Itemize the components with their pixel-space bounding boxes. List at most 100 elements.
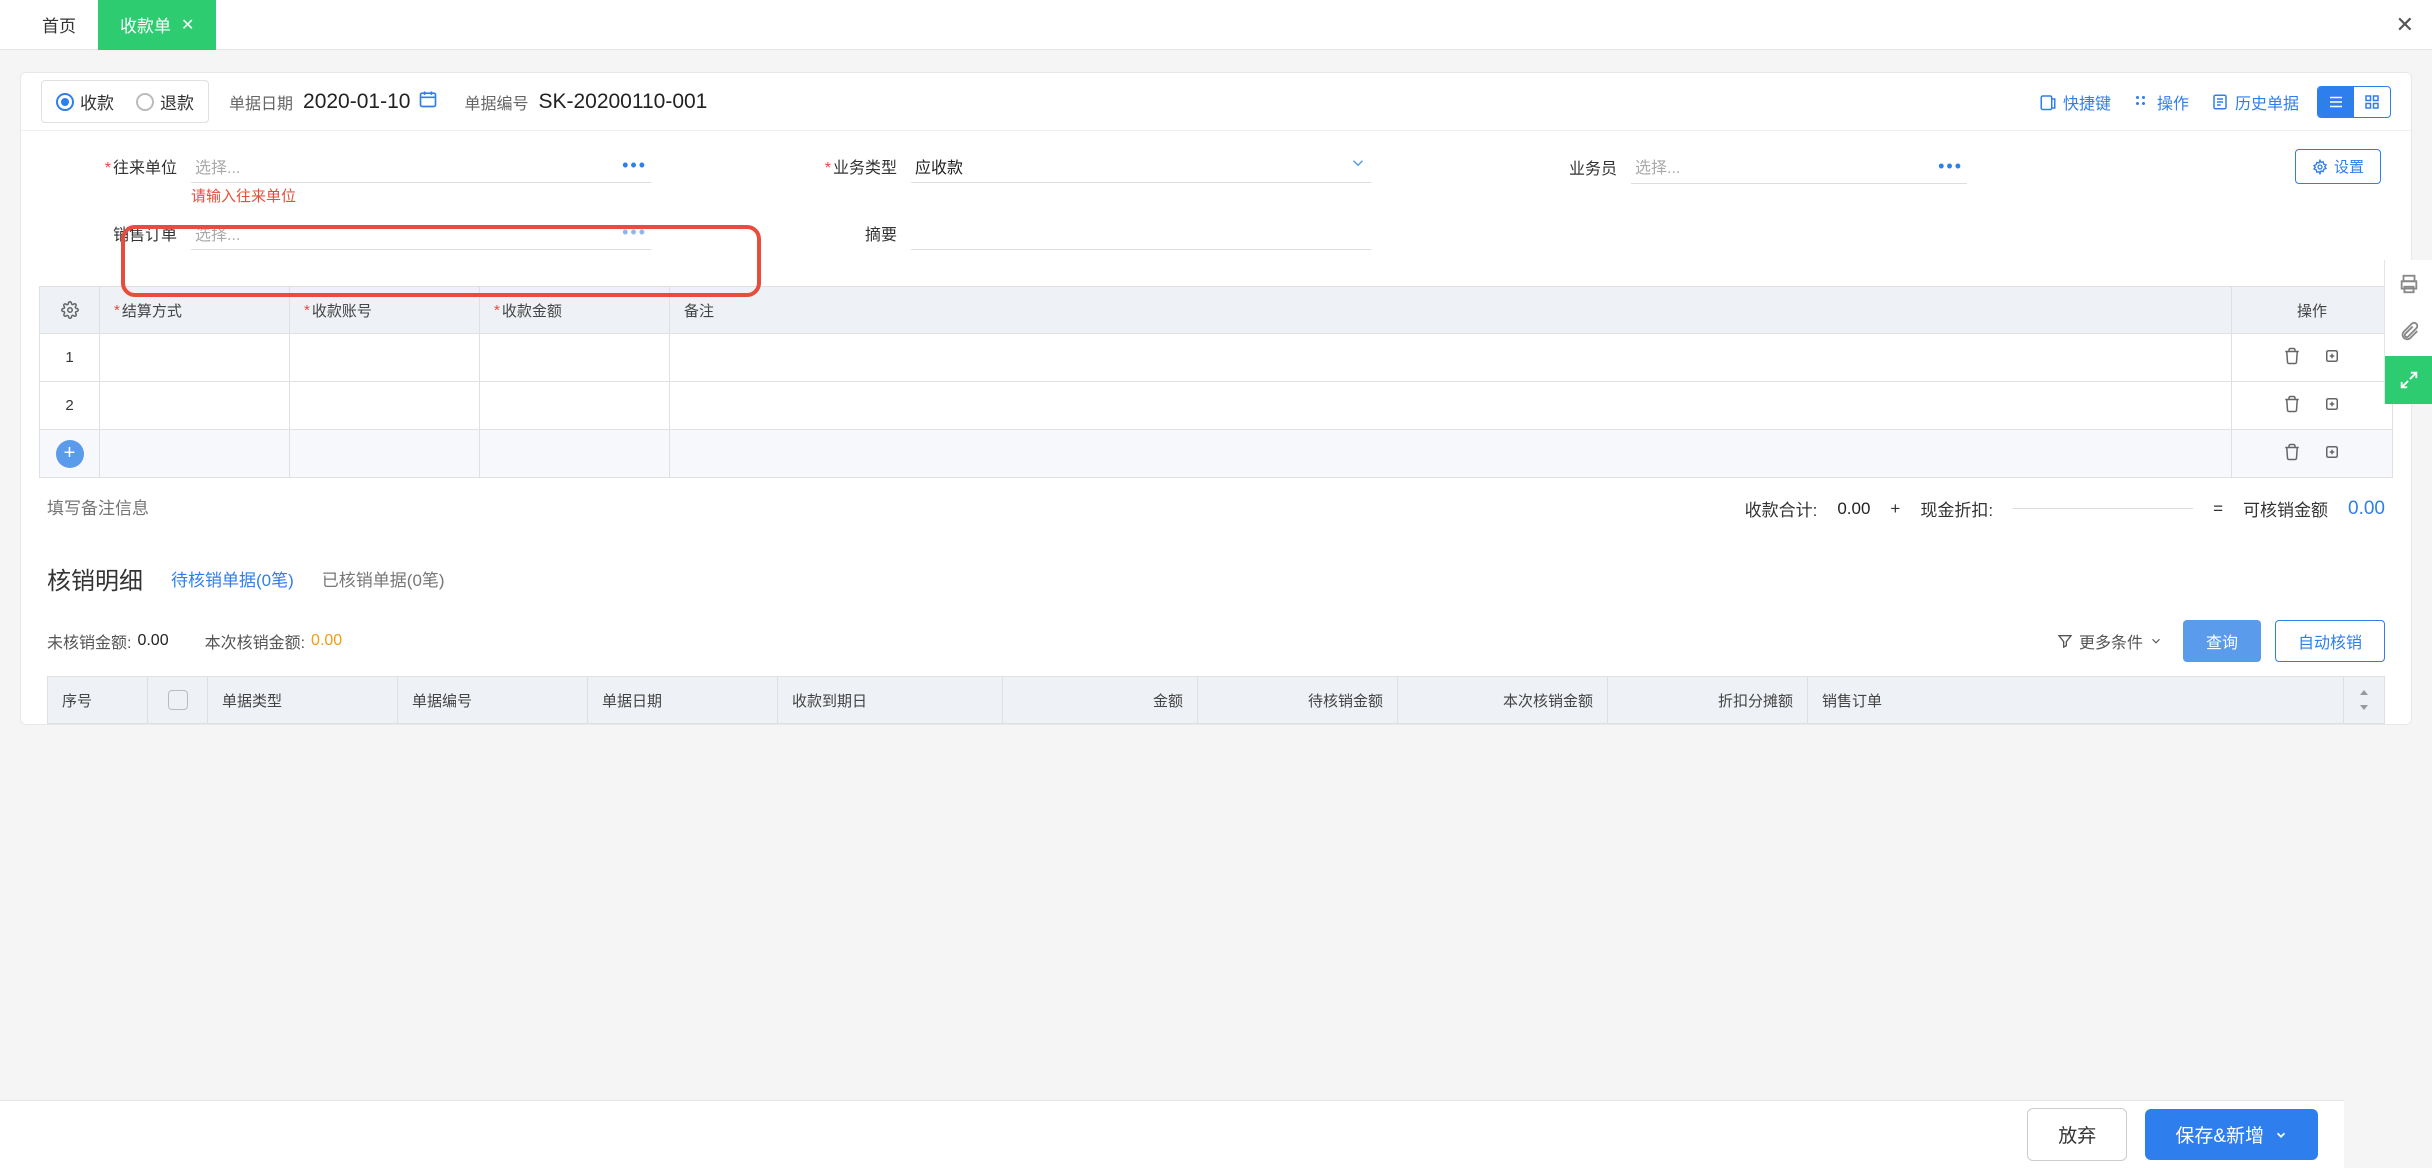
- delete-icon[interactable]: [2283, 395, 2301, 417]
- view-grid-button[interactable]: [2354, 87, 2390, 117]
- writeable-value: 0.00: [2348, 498, 2385, 520]
- delete-icon[interactable]: [2283, 347, 2301, 369]
- note-input[interactable]: [47, 499, 687, 519]
- cell-account[interactable]: [290, 334, 480, 381]
- save-button[interactable]: 保存&新增: [2145, 1109, 2318, 1160]
- table-settings-header[interactable]: [40, 287, 100, 333]
- tab-receipt[interactable]: 收款单 ✕: [98, 0, 216, 50]
- close-all-icon[interactable]: ✕: [2396, 12, 2414, 38]
- more-icon[interactable]: •••: [622, 155, 647, 176]
- summary-field: 摘要: [771, 216, 1491, 250]
- printer-icon: [2398, 273, 2420, 295]
- cell-settle[interactable]: [100, 334, 290, 381]
- partner-input[interactable]: 选择... •••: [191, 149, 651, 183]
- th-type[interactable]: 单据类型: [208, 677, 398, 723]
- equals-sign: =: [2213, 499, 2223, 519]
- th-amount: 收款金额: [502, 300, 562, 321]
- more-icon[interactable]: •••: [1938, 156, 1963, 177]
- biztype-select[interactable]: 应收款: [911, 149, 1371, 183]
- writeoff-table: 序号 单据类型 单据编号 单据日期 收款到期日 金额 待核销金额 本次核销金额 …: [47, 676, 2385, 724]
- docno-label: 单据编号: [464, 90, 528, 114]
- sales-order-input[interactable]: 选择... •••: [191, 216, 651, 250]
- summary-input[interactable]: [911, 216, 1371, 250]
- cell-settle[interactable]: [100, 382, 290, 429]
- partner-field: *往来单位 选择... ••• 请输入往来单位: [51, 149, 771, 183]
- cell-account[interactable]: [290, 382, 480, 429]
- th-amt[interactable]: 金额: [1003, 677, 1198, 723]
- keyboard-icon: [2039, 93, 2057, 111]
- unwrite-value: 0.00: [137, 632, 168, 650]
- copy-icon[interactable]: [2323, 347, 2341, 369]
- plus-sign: +: [1890, 499, 1900, 519]
- th-this[interactable]: 本次核销金额: [1398, 677, 1608, 723]
- radio-receive[interactable]: 收款: [56, 89, 114, 114]
- radio-icon: [136, 93, 154, 111]
- calendar-icon[interactable]: [418, 89, 438, 114]
- row-number: 1: [40, 334, 100, 381]
- writeable-label: 可核销金额: [2243, 496, 2328, 521]
- select-all-checkbox[interactable]: [168, 690, 188, 710]
- cancel-button[interactable]: 放弃: [2027, 1108, 2127, 1161]
- side-expand-button[interactable]: [2384, 356, 2432, 404]
- side-print-button[interactable]: [2384, 260, 2432, 308]
- chevron-down-icon[interactable]: [1349, 154, 1367, 177]
- payment-table: *结算方式 *收款账号 *收款金额 备注 操作 1: [39, 286, 2393, 478]
- delete-icon[interactable]: [2283, 443, 2301, 465]
- date-label: 单据日期: [229, 90, 293, 114]
- discount-label: 现金折扣:: [1920, 496, 1993, 521]
- salesman-input[interactable]: 选择... •••: [1631, 150, 1967, 184]
- operate-button[interactable]: 操作: [2133, 90, 2189, 114]
- more-icon[interactable]: •••: [622, 222, 647, 243]
- date-value[interactable]: 2020-01-10: [303, 90, 410, 114]
- th-due[interactable]: 收款到期日: [778, 677, 1003, 723]
- th-order[interactable]: 销售订单: [1808, 677, 2344, 723]
- tab-label: 收款单: [120, 12, 171, 37]
- sales-order-field: 销售订单 选择... •••: [51, 216, 771, 250]
- close-icon[interactable]: ✕: [181, 15, 194, 35]
- gear-icon: [2312, 159, 2328, 175]
- doc-header: 收款 退款 单据日期 2020-01-10 单据编号 SK-20200110-0…: [21, 73, 2411, 131]
- th-disc[interactable]: 折扣分摊额: [1608, 677, 1808, 723]
- tab-pending[interactable]: 待核销单据(0笔): [171, 566, 294, 591]
- more-conditions-button[interactable]: 更多条件: [2057, 629, 2163, 653]
- shortcut-button[interactable]: 快捷键: [2039, 90, 2111, 114]
- cell-remark[interactable]: [670, 382, 2232, 429]
- total-value: 0.00: [1837, 499, 1870, 519]
- th-remark: 备注: [684, 300, 714, 321]
- salesman-field: 业务员 选择... ••• 设置: [1491, 149, 2381, 184]
- total-label: 收款合计:: [1745, 496, 1818, 521]
- discount-input[interactable]: [2013, 508, 2193, 509]
- add-row-button[interactable]: +: [56, 440, 84, 468]
- radio-icon: [56, 93, 74, 111]
- th-date[interactable]: 单据日期: [588, 677, 778, 723]
- unwrite-label: 未核销金额:: [47, 629, 131, 653]
- query-button[interactable]: 查询: [2183, 620, 2261, 662]
- radio-label: 退款: [160, 89, 194, 114]
- th-account: 收款账号: [312, 300, 372, 321]
- settings-button[interactable]: 设置: [2295, 149, 2381, 184]
- radio-label: 收款: [80, 89, 114, 114]
- expand-icon: [2398, 369, 2420, 391]
- tab-done[interactable]: 已核销单据(0笔): [322, 566, 445, 591]
- writeoff-title: 核销明细: [47, 561, 143, 596]
- tab-home[interactable]: 首页: [20, 0, 98, 50]
- docno-value: SK-20200110-001: [538, 90, 707, 114]
- grid-icon: [2133, 93, 2151, 111]
- th-ops: 操作: [2297, 300, 2327, 321]
- table-row: 1: [40, 333, 2392, 381]
- copy-icon[interactable]: [2323, 395, 2341, 417]
- radio-refund[interactable]: 退款: [136, 89, 194, 114]
- copy-icon[interactable]: [2323, 443, 2341, 465]
- auto-writeoff-button[interactable]: 自动核销: [2275, 620, 2385, 662]
- cell-amount[interactable]: [480, 382, 670, 429]
- add-row: +: [40, 429, 2392, 477]
- partner-error: 请输入往来单位: [191, 185, 296, 206]
- side-attach-button[interactable]: [2384, 308, 2432, 356]
- list-icon: [2327, 93, 2345, 111]
- th-pend[interactable]: 待核销金额: [1198, 677, 1398, 723]
- th-no[interactable]: 单据编号: [398, 677, 588, 723]
- history-button[interactable]: 历史单据: [2211, 90, 2299, 114]
- view-list-button[interactable]: [2318, 87, 2354, 117]
- cell-remark[interactable]: [670, 334, 2232, 381]
- cell-amount[interactable]: [480, 334, 670, 381]
